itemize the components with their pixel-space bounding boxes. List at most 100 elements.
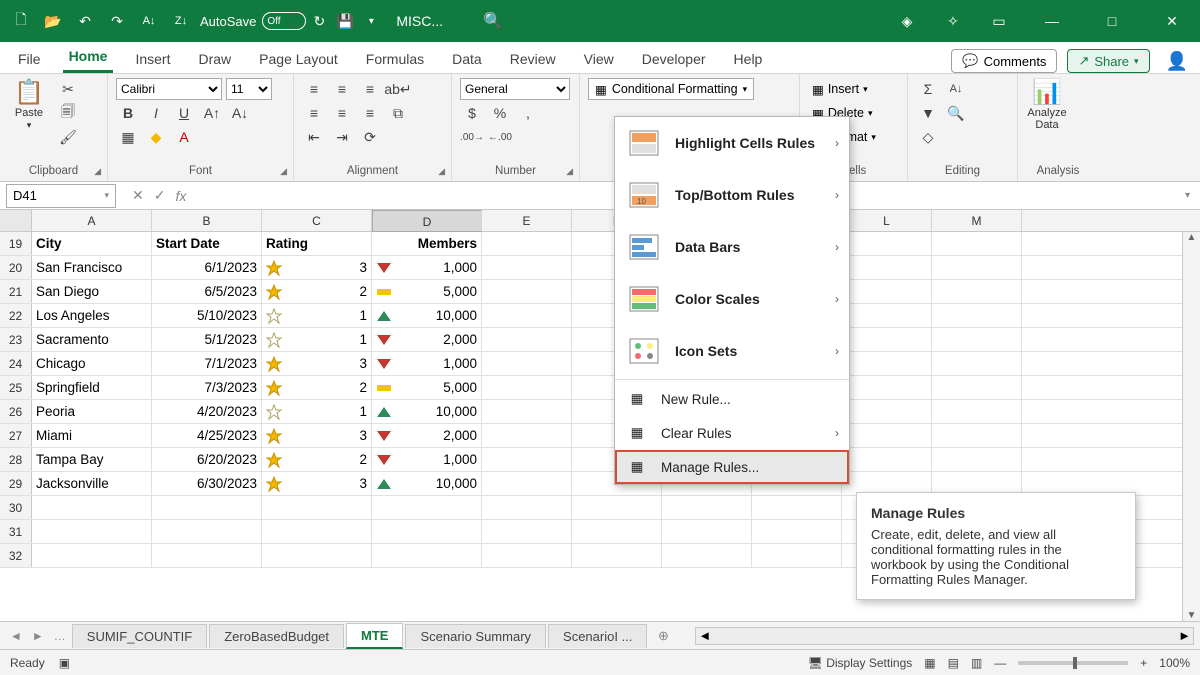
cell[interactable] bbox=[262, 496, 372, 519]
fx-icon[interactable]: fx bbox=[175, 188, 186, 204]
tab-data[interactable]: Data bbox=[446, 45, 488, 73]
format-painter-icon[interactable]: 🖌 bbox=[56, 126, 80, 148]
cell[interactable]: 5/10/2023 bbox=[152, 304, 262, 327]
menu-data-bars[interactable]: Data Bars› bbox=[615, 221, 849, 273]
scroll-down-icon[interactable]: ▼ bbox=[1187, 610, 1197, 621]
menu-icon-sets[interactable]: Icon Sets› bbox=[615, 325, 849, 377]
sort-filter-icon[interactable]: A↓ bbox=[944, 78, 968, 100]
column-header[interactable]: C bbox=[262, 210, 372, 231]
cell[interactable] bbox=[932, 376, 1022, 399]
tab-insert[interactable]: Insert bbox=[129, 45, 176, 73]
sheet-tab[interactable]: ScenarioI ... bbox=[548, 624, 647, 648]
ribbon-display-icon[interactable]: ▭ bbox=[986, 8, 1012, 34]
dialog-launcher-icon[interactable]: ◢ bbox=[94, 166, 101, 177]
close-button[interactable]: ✕ bbox=[1152, 1, 1192, 41]
account-icon[interactable]: 👤 bbox=[1166, 51, 1188, 72]
copy-icon[interactable]: 🗐 bbox=[56, 102, 80, 124]
cell[interactable] bbox=[932, 280, 1022, 303]
cell[interactable] bbox=[842, 448, 932, 471]
cell[interactable]: San Diego bbox=[32, 280, 152, 303]
cell[interactable]: 10,000 bbox=[372, 472, 482, 495]
italic-button[interactable]: I bbox=[144, 102, 168, 124]
cell[interactable]: 3 bbox=[262, 472, 372, 495]
cell[interactable]: 2 bbox=[262, 376, 372, 399]
cell[interactable]: 7/3/2023 bbox=[152, 376, 262, 399]
cell[interactable] bbox=[482, 256, 572, 279]
cell[interactable]: 1 bbox=[262, 400, 372, 423]
view-page-layout-icon[interactable]: ▤ bbox=[948, 656, 959, 670]
scroll-up-icon[interactable]: ▲ bbox=[1187, 232, 1197, 243]
borders-icon[interactable]: ▦ bbox=[116, 126, 140, 148]
share-button[interactable]: ↗Share▾ bbox=[1067, 49, 1149, 73]
fill-icon[interactable]: ▼ bbox=[916, 102, 940, 124]
cut-icon[interactable]: ✂ bbox=[56, 78, 80, 100]
clear-icon[interactable]: ◇ bbox=[916, 126, 940, 148]
wrap-text-icon[interactable]: ab↵ bbox=[386, 78, 410, 100]
cell[interactable]: 4/20/2023 bbox=[152, 400, 262, 423]
vertical-scrollbar[interactable]: ▲▼ bbox=[1182, 232, 1200, 621]
minimize-button[interactable]: — bbox=[1032, 1, 1072, 41]
enter-formula-icon[interactable]: ✓ bbox=[154, 187, 166, 204]
cell[interactable] bbox=[932, 352, 1022, 375]
cell[interactable] bbox=[482, 232, 572, 255]
tab-review[interactable]: Review bbox=[504, 45, 562, 73]
tab-home[interactable]: Home bbox=[63, 42, 114, 73]
tab-developer[interactable]: Developer bbox=[636, 45, 712, 73]
orientation-icon[interactable]: ⟳ bbox=[358, 126, 382, 148]
cell[interactable] bbox=[752, 544, 842, 567]
save-icon[interactable]: 💾 bbox=[332, 8, 358, 34]
column-header[interactable]: L bbox=[842, 210, 932, 231]
coming-soon-icon[interactable]: ✧ bbox=[940, 8, 966, 34]
cell[interactable]: 6/5/2023 bbox=[152, 280, 262, 303]
cell[interactable] bbox=[482, 376, 572, 399]
menu-top-bottom-rules[interactable]: 10 Top/Bottom Rules› bbox=[615, 169, 849, 221]
cell[interactable]: 6/1/2023 bbox=[152, 256, 262, 279]
tab-nav-prev-icon[interactable]: ◄ bbox=[6, 629, 26, 643]
comments-button[interactable]: 💬Comments bbox=[951, 49, 1057, 73]
new-sheet-button[interactable]: ⊕ bbox=[653, 628, 673, 644]
cell[interactable] bbox=[482, 496, 572, 519]
row-header[interactable]: 28 bbox=[0, 448, 32, 471]
align-right-icon[interactable]: ≡ bbox=[358, 102, 382, 124]
cell[interactable] bbox=[662, 520, 752, 543]
column-header[interactable]: B bbox=[152, 210, 262, 231]
menu-clear-rules[interactable]: ▦ Clear Rules› bbox=[615, 416, 849, 450]
cell[interactable]: City bbox=[32, 232, 152, 255]
cell[interactable] bbox=[572, 520, 662, 543]
find-icon[interactable]: 🔍 bbox=[944, 102, 968, 124]
cell[interactable] bbox=[482, 544, 572, 567]
cell[interactable] bbox=[842, 376, 932, 399]
cell[interactable]: Start Date bbox=[152, 232, 262, 255]
sort-asc-icon[interactable]: A↓ bbox=[136, 8, 162, 34]
cell[interactable]: Los Angeles bbox=[32, 304, 152, 327]
comma-icon[interactable]: , bbox=[516, 102, 540, 124]
cell[interactable] bbox=[932, 328, 1022, 351]
cell[interactable] bbox=[482, 448, 572, 471]
paste-button[interactable]: 📋Paste▾ bbox=[8, 78, 50, 131]
sort-desc-icon[interactable]: Z↓ bbox=[168, 8, 194, 34]
cell[interactable] bbox=[482, 400, 572, 423]
row-header[interactable]: 20 bbox=[0, 256, 32, 279]
align-middle-icon[interactable]: ≡ bbox=[330, 78, 354, 100]
row-header[interactable]: 23 bbox=[0, 328, 32, 351]
refresh-icon[interactable]: ↻ bbox=[306, 8, 332, 34]
tab-nav-next-icon[interactable]: ► bbox=[28, 629, 48, 643]
cell[interactable]: 2 bbox=[262, 448, 372, 471]
conditional-formatting-button[interactable]: ▦ Conditional Formatting ▾ bbox=[588, 78, 754, 100]
row-header[interactable]: 26 bbox=[0, 400, 32, 423]
cell[interactable] bbox=[372, 520, 482, 543]
cell[interactable]: 5,000 bbox=[372, 280, 482, 303]
percent-icon[interactable]: % bbox=[488, 102, 512, 124]
cell[interactable]: 1,000 bbox=[372, 256, 482, 279]
row-header[interactable]: 31 bbox=[0, 520, 32, 543]
cell[interactable]: 2,000 bbox=[372, 328, 482, 351]
cell[interactable]: 1 bbox=[262, 304, 372, 327]
cell[interactable]: 5/1/2023 bbox=[152, 328, 262, 351]
menu-manage-rules[interactable]: ▦ Manage Rules... bbox=[615, 450, 849, 484]
cell[interactable] bbox=[842, 304, 932, 327]
increase-decimal-icon[interactable]: .00→ bbox=[460, 126, 484, 148]
cell[interactable]: 2 bbox=[262, 280, 372, 303]
qat-more-icon[interactable]: ▾ bbox=[358, 8, 384, 34]
font-color-icon[interactable]: A bbox=[172, 126, 196, 148]
cell[interactable]: Tampa Bay bbox=[32, 448, 152, 471]
